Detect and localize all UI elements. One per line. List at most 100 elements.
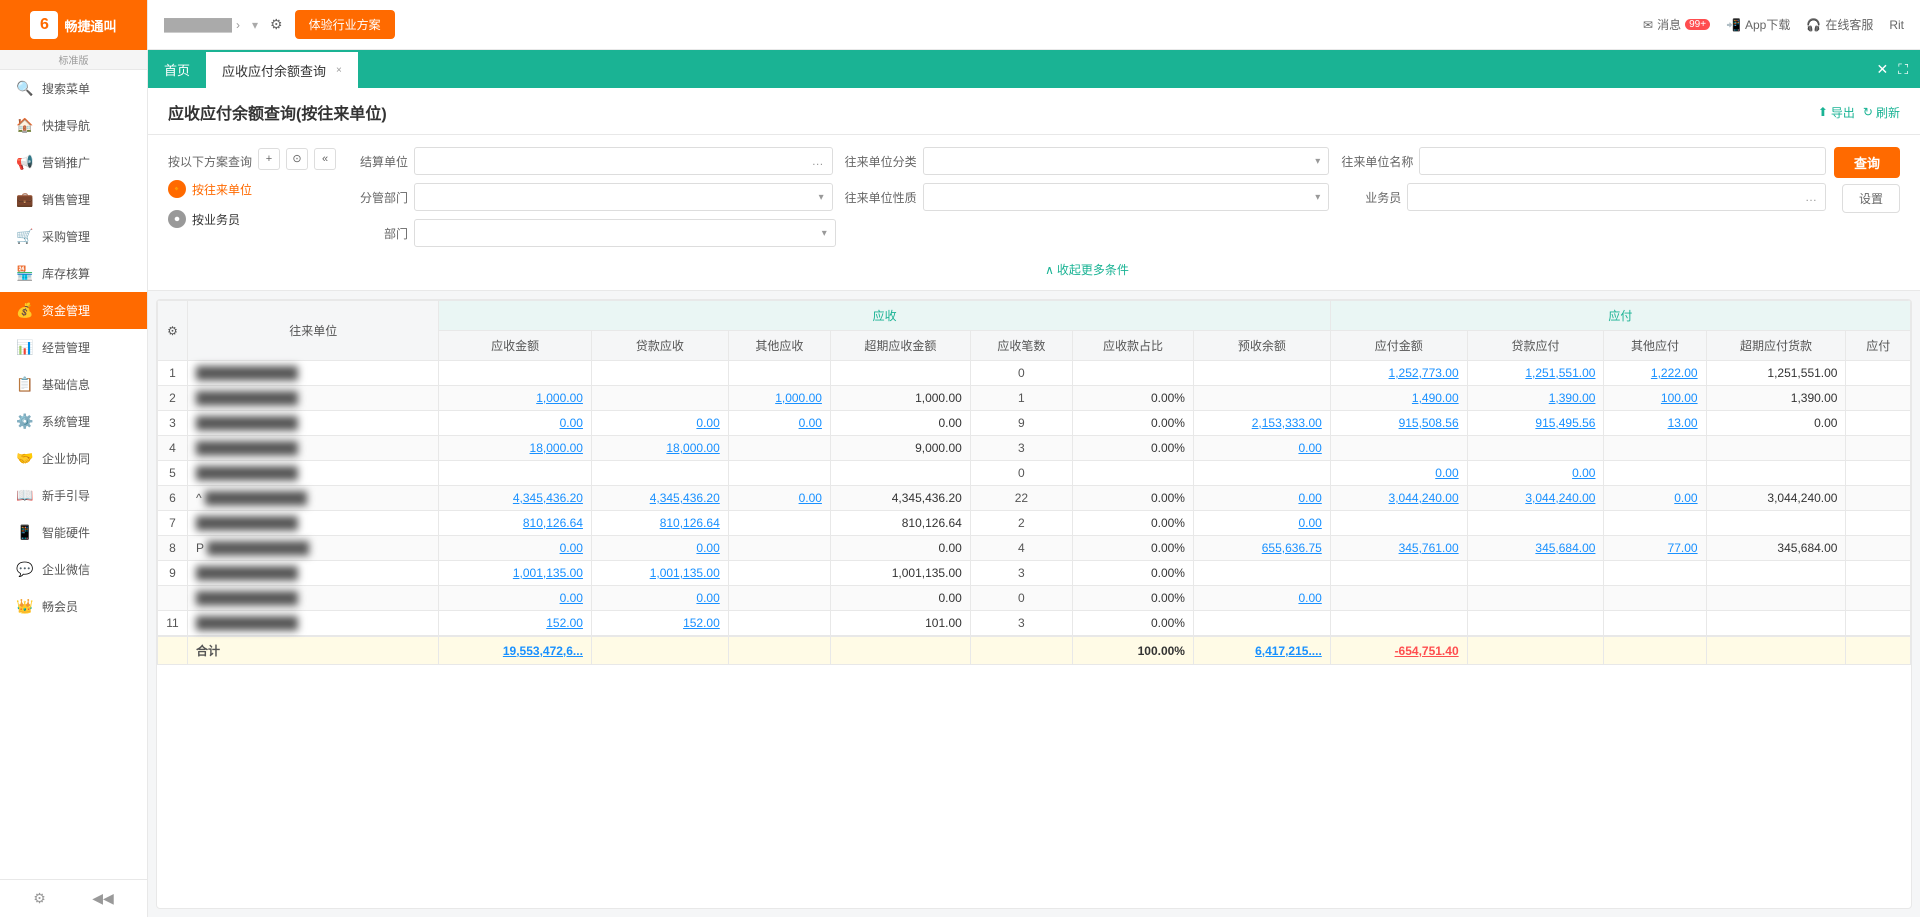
row-ap-loan[interactable]: 1,390.00 [1467, 386, 1604, 411]
row-ar-loan[interactable]: 0.00 [591, 411, 728, 436]
sidebar-item-operations[interactable]: 📊 经营管理 [0, 329, 147, 366]
sidebar-collapse-btn[interactable]: ◀◀ [92, 890, 114, 907]
footer-ap-total[interactable]: -654,751.40 [1330, 636, 1467, 665]
row-ar-prepay[interactable]: 0.00 [1193, 436, 1330, 461]
th-group-ap: 应付 [1330, 301, 1910, 331]
sidebar-settings-btn[interactable]: ⚙ [33, 890, 46, 907]
tab-ar-ap[interactable]: 应收应付余额查询 × [206, 50, 358, 88]
collapse-scheme-btn[interactable]: « [314, 148, 336, 170]
input-salesperson[interactable]: … [1407, 183, 1826, 211]
online-service-btn[interactable]: 🎧 在线客服 [1806, 16, 1873, 33]
tab-home[interactable]: 首页 [148, 50, 206, 88]
row-ap-other[interactable]: 13.00 [1604, 411, 1706, 436]
row-ap-amount[interactable]: 915,508.56 [1330, 411, 1467, 436]
messages-btn[interactable]: ✉ 消息 99+ [1643, 16, 1710, 33]
row-ar-loan[interactable]: 810,126.64 [591, 511, 728, 536]
export-button[interactable]: ⬆ 导出 [1818, 104, 1855, 121]
sidebar-label-search: 搜索菜单 [42, 80, 90, 97]
row-ar-loan[interactable]: 18,000.00 [591, 436, 728, 461]
row-ar-other[interactable]: 0.00 [728, 411, 830, 436]
row-ar-amount[interactable]: 0.00 [439, 586, 592, 611]
th-settings[interactable]: ⚙ [158, 301, 188, 361]
sidebar-item-guide[interactable]: 📖 新手引导 [0, 477, 147, 514]
edit-scheme-btn[interactable]: ⊙ [286, 148, 308, 170]
input-settlement[interactable]: … [414, 147, 833, 175]
row-ar-amount[interactable]: 1,001,135.00 [439, 561, 592, 586]
tabbar-fullscreen-icon[interactable]: ⛶ [1898, 61, 1908, 78]
row-ap-loan[interactable]: 345,684.00 [1467, 536, 1604, 561]
row-ar-prepay[interactable]: 0.00 [1193, 586, 1330, 611]
input-unit-category[interactable]: ▾ [923, 147, 1330, 175]
sidebar-item-inventory[interactable]: 🏪 库存核算 [0, 255, 147, 292]
row-ar-amount[interactable]: 0.00 [439, 536, 592, 561]
row-ap-loan[interactable]: 915,495.56 [1467, 411, 1604, 436]
row-ap-other[interactable]: 0.00 [1604, 486, 1706, 511]
row-ap-loan[interactable]: 1,251,551.00 [1467, 361, 1604, 386]
topbar-gear-icon[interactable]: ⚙ [270, 16, 283, 33]
add-scheme-btn[interactable]: + [258, 148, 280, 170]
row-ar-loan[interactable]: 1,001,135.00 [591, 561, 728, 586]
row-ap-amount[interactable]: 1,490.00 [1330, 386, 1467, 411]
row-ar-prepay[interactable]: 0.00 [1193, 486, 1330, 511]
sidebar-item-search[interactable]: 🔍 搜索菜单 [0, 70, 147, 107]
row-ar-loan[interactable]: 4,345,436.20 [591, 486, 728, 511]
collapse-conditions-btn[interactable]: ∧ 收起更多条件 [348, 261, 1826, 278]
row-ap-amount[interactable]: 0.00 [1330, 461, 1467, 486]
sidebar-item-member[interactable]: 👑 畅会员 [0, 588, 147, 625]
row-ar-prepay[interactable]: 2,153,333.00 [1193, 411, 1330, 436]
input-dept2[interactable]: ▾ [414, 219, 836, 247]
sidebar-item-base[interactable]: 📋 基础信息 [0, 366, 147, 403]
scheme-by-staff[interactable]: ⏺ 按业务员 [168, 208, 348, 230]
row-ar-prepay[interactable]: 0.00 [1193, 511, 1330, 536]
input-department[interactable]: ▾ [414, 183, 833, 211]
row-ar-loan[interactable]: 0.00 [591, 586, 728, 611]
row-ap-other[interactable]: 100.00 [1604, 386, 1706, 411]
row-ap-amount[interactable]: 3,044,240.00 [1330, 486, 1467, 511]
row-ap-other[interactable]: 1,222.00 [1604, 361, 1706, 386]
setting-button[interactable]: 设置 [1842, 184, 1900, 213]
sidebar-item-collab[interactable]: 🤝 企业协同 [0, 440, 147, 477]
solution-button[interactable]: 体验行业方案 [295, 10, 395, 39]
sidebar-item-purchase[interactable]: 🛒 采购管理 [0, 218, 147, 255]
sidebar-item-sales[interactable]: 💼 销售管理 [0, 181, 147, 218]
table-row: 11 ████████████ 152.00 152.00 101.00 3 0… [158, 611, 1911, 637]
row-ar-prepay[interactable]: 655,636.75 [1193, 536, 1330, 561]
input-unit-nature[interactable]: ▾ [923, 183, 1330, 211]
scheme-by-unit[interactable]: 🔸 按往来单位 [168, 178, 348, 200]
row-ar-loan[interactable]: 0.00 [591, 536, 728, 561]
row-ar-other[interactable]: 1,000.00 [728, 386, 830, 411]
row-ar-amount[interactable]: 810,126.64 [439, 511, 592, 536]
row-ar-amount[interactable]: 0.00 [439, 411, 592, 436]
row-ap-amount[interactable]: 1,252,773.00 [1330, 361, 1467, 386]
tab-close-icon[interactable]: × [336, 65, 342, 76]
refresh-button[interactable]: ↻ 刷新 [1863, 104, 1900, 121]
topbar-chevron[interactable]: ▾ [252, 18, 258, 32]
footer-ar-prepay[interactable]: 6,417,215.... [1193, 636, 1330, 665]
row-ar-count: 9 [970, 411, 1072, 436]
row-ap-loan[interactable]: 3,044,240.00 [1467, 486, 1604, 511]
row-ar-other[interactable]: 0.00 [728, 486, 830, 511]
footer-no [158, 636, 188, 665]
row-ar-amount[interactable]: 4,345,436.20 [439, 486, 592, 511]
sidebar-label-purchase: 采购管理 [42, 228, 90, 245]
sidebar-item-finance[interactable]: 💰 资金管理 [0, 292, 147, 329]
row-ar-amount[interactable]: 152.00 [439, 611, 592, 637]
row-ap-amount[interactable]: 345,761.00 [1330, 536, 1467, 561]
query-button[interactable]: 查询 [1834, 147, 1900, 178]
user-name[interactable]: Rit [1889, 18, 1904, 32]
sidebar-item-shortcut[interactable]: 🏠 快捷导航 [0, 107, 147, 144]
row-ar-loan[interactable]: 152.00 [591, 611, 728, 637]
tabbar-close-icon[interactable]: ✕ [1876, 61, 1888, 78]
input-unit-name[interactable] [1419, 147, 1826, 175]
sidebar-item-hardware[interactable]: 📱 智能硬件 [0, 514, 147, 551]
row-ap-loan[interactable]: 0.00 [1467, 461, 1604, 486]
row-ap-other[interactable]: 77.00 [1604, 536, 1706, 561]
row-ar-amount[interactable]: 18,000.00 [439, 436, 592, 461]
row-ar-count: 3 [970, 436, 1072, 461]
sidebar-item-wechat[interactable]: 💬 企业微信 [0, 551, 147, 588]
row-ar-amount[interactable]: 1,000.00 [439, 386, 592, 411]
sidebar-item-system[interactable]: ⚙️ 系统管理 [0, 403, 147, 440]
sidebar-item-marketing[interactable]: 📢 营销推广 [0, 144, 147, 181]
app-download-btn[interactable]: 📲 App下载 [1726, 16, 1790, 33]
footer-ar-total[interactable]: 19,553,472,6... [439, 636, 592, 665]
